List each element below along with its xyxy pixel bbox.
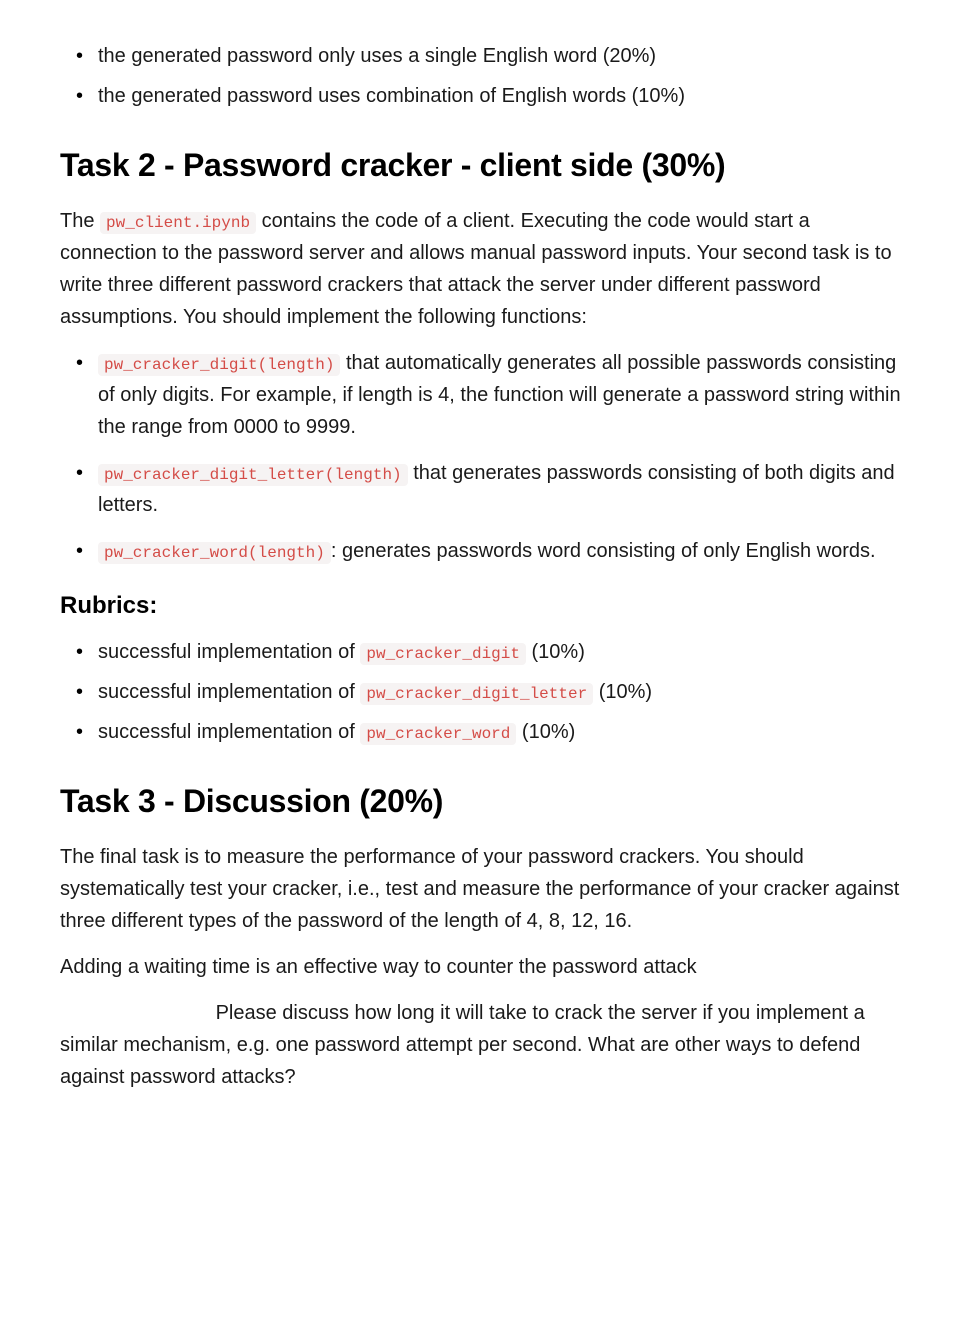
list-item: the generated password only uses a singl…	[60, 40, 912, 72]
text: (10%)	[593, 681, 652, 703]
list-item: successful implementation of pw_cracker_…	[60, 676, 912, 708]
inline-code: pw_cracker_word(length)	[98, 542, 331, 564]
list-item-text: the generated password uses combination …	[98, 85, 685, 107]
text: successful implementation of	[98, 721, 360, 743]
list-item-text: the generated password only uses a singl…	[98, 45, 656, 67]
task3-paragraph-2: Adding a waiting time is an effective wa…	[60, 951, 912, 983]
task2-intro: The pw_client.ipynb contains the code of…	[60, 205, 912, 333]
rubrics-list: successful implementation of pw_cracker_…	[60, 636, 912, 748]
text: (10%)	[516, 721, 575, 743]
list-item: pw_cracker_digit(length) that automatica…	[60, 347, 912, 443]
text: successful implementation of	[98, 681, 360, 703]
task3-paragraph-1: The final task is to measure the perform…	[60, 841, 912, 937]
list-item: successful implementation of pw_cracker_…	[60, 716, 912, 748]
task3-heading: Task 3 - Discussion (20%)	[60, 776, 912, 827]
rubrics-heading: Rubrics:	[60, 587, 912, 625]
task3-paragraph-3: Please discuss how long it will take to …	[60, 997, 912, 1093]
task2-heading: Task 2 - Password cracker - client side …	[60, 140, 912, 191]
inline-code: pw_cracker_digit(length)	[98, 354, 340, 376]
list-item-text: : generates passwords word consisting of…	[331, 540, 876, 562]
list-item: pw_cracker_word(length): generates passw…	[60, 535, 912, 567]
indent	[60, 1002, 216, 1024]
inline-code: pw_cracker_digit_letter(length)	[98, 464, 408, 486]
task2-function-list: pw_cracker_digit(length) that automatica…	[60, 347, 912, 567]
inline-code: pw_cracker_digit_letter	[360, 683, 593, 705]
text: The	[60, 210, 100, 232]
list-item: pw_cracker_digit_letter(length) that gen…	[60, 457, 912, 521]
top-bullet-list: the generated password only uses a singl…	[60, 40, 912, 112]
text: successful implementation of	[98, 641, 360, 663]
inline-code: pw_cracker_digit	[360, 643, 526, 665]
text: (10%)	[526, 641, 585, 663]
list-item: the generated password uses combination …	[60, 80, 912, 112]
inline-code: pw_client.ipynb	[100, 212, 256, 234]
list-item: successful implementation of pw_cracker_…	[60, 636, 912, 668]
inline-code: pw_cracker_word	[360, 723, 516, 745]
